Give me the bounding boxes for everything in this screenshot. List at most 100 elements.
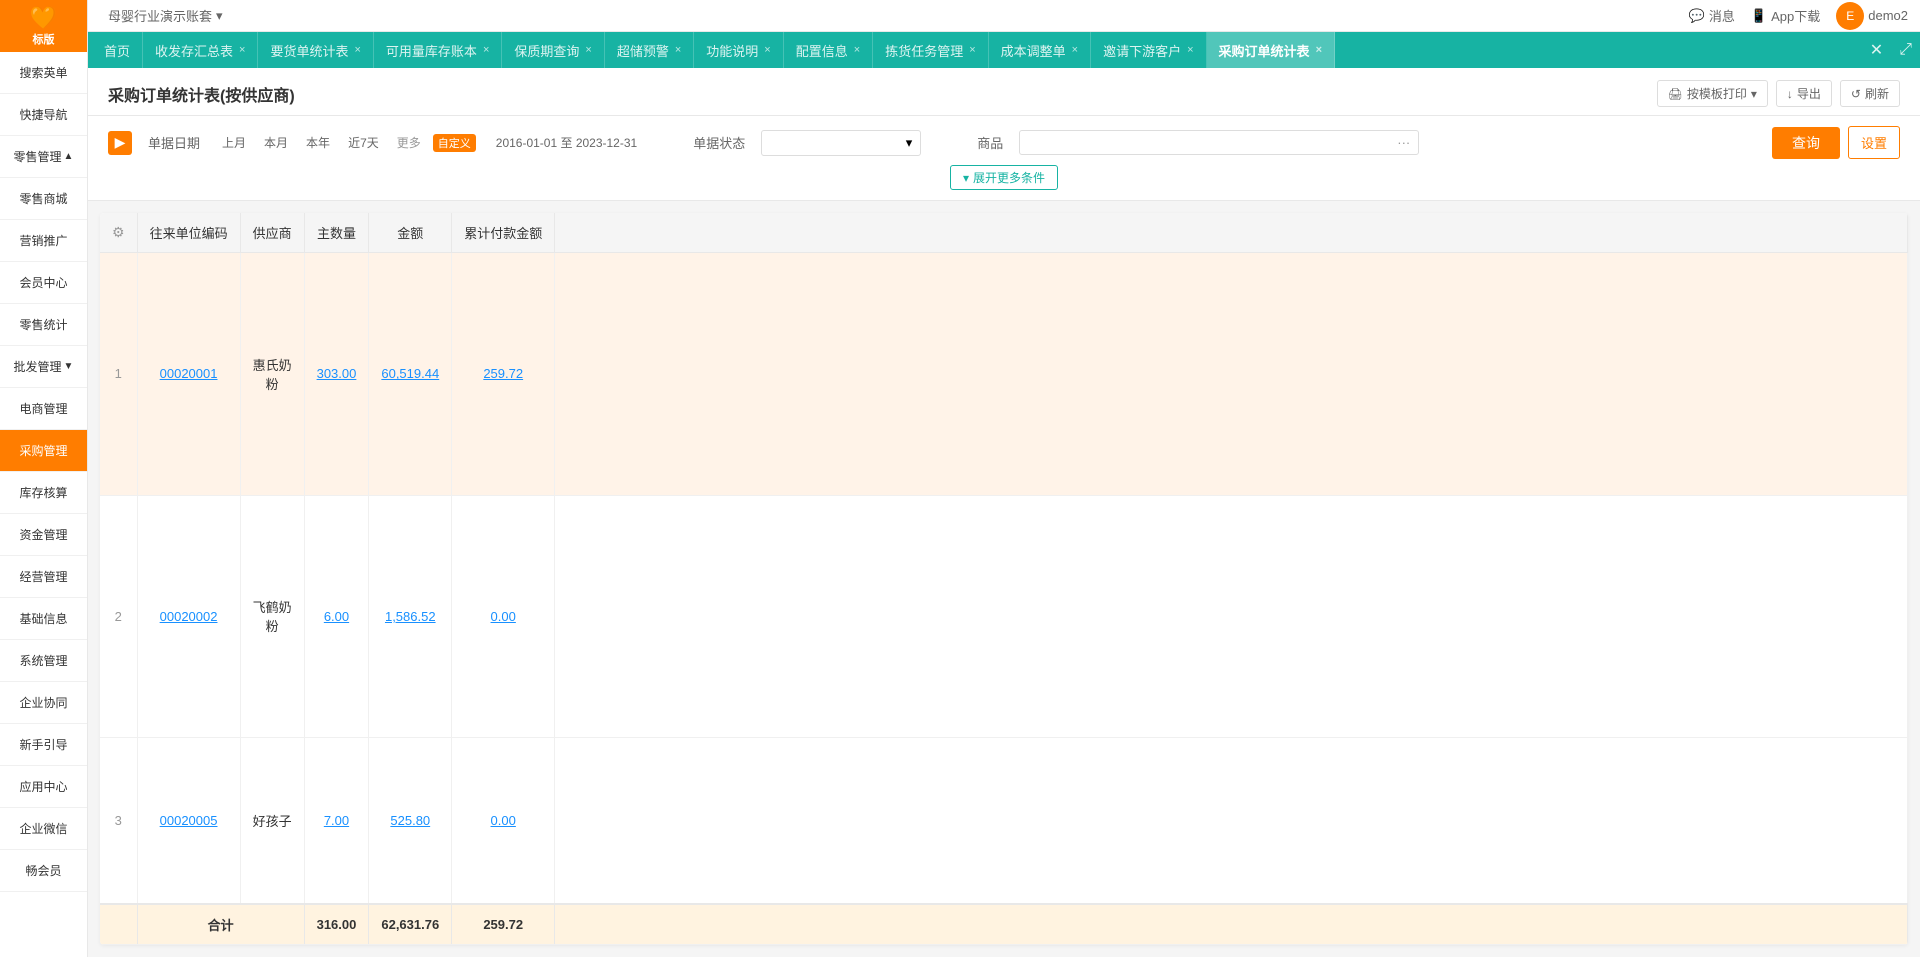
row-code[interactable]: 00020005	[137, 738, 240, 905]
sidebar-item-finance[interactable]: 资金管理	[0, 514, 87, 556]
tab-label: 拣货任务管理	[885, 41, 963, 60]
query-button[interactable]: 查询	[1772, 127, 1840, 159]
col-supplier: 供应商	[240, 213, 304, 253]
sidebar-item-wechat[interactable]: 企业微信	[0, 808, 87, 850]
main-area: 母婴行业演示账套 ▾ 💬 消息 📱 App下载 E demo2 首页 收发存汇总…	[88, 0, 1920, 957]
settings-button[interactable]: 设置	[1848, 126, 1900, 159]
footer-paid: 259.72	[452, 904, 555, 945]
shortcut-7days[interactable]: 近7天	[342, 132, 385, 153]
sidebar-item-appcenter[interactable]: 应用中心	[0, 766, 87, 808]
status-filter-label: 单据状态	[693, 133, 745, 152]
gear-icon[interactable]: ⚙	[112, 224, 125, 240]
message-btn[interactable]: 💬 消息	[1689, 6, 1735, 25]
sidebar-item-vip[interactable]: 畅会员	[0, 850, 87, 892]
sidebar-item-marketing[interactable]: 营销推广	[0, 220, 87, 262]
shortcut-more[interactable]: 更多	[391, 132, 427, 153]
row-paid[interactable]: 259.72	[452, 253, 555, 496]
top-nav-left: 母婴行业演示账套 ▾	[100, 2, 231, 29]
custom-badge: 自定义	[433, 134, 476, 152]
sidebar-item-member[interactable]: 会员中心	[0, 262, 87, 304]
logo: 🧡 标版	[0, 0, 88, 52]
sidebar-item-inventory[interactable]: 库存核算	[0, 472, 87, 514]
close-all-btn[interactable]: ✕	[1866, 40, 1887, 60]
row-amount[interactable]: 525.80	[369, 738, 452, 905]
user-menu[interactable]: E demo2	[1836, 2, 1908, 30]
print-button[interactable]: 🖨 按模板打印 ▾	[1657, 80, 1768, 107]
tab-label: 可用量库存账本	[386, 41, 477, 60]
filter-bar: ▶ 单据日期 上月 本月 本年 近7天 更多 自定义 2016-01-01 至 …	[88, 116, 1920, 201]
tab-label: 功能说明	[706, 41, 758, 60]
row-amount[interactable]: 60,519.44	[369, 253, 452, 496]
footer-extra	[555, 904, 1908, 945]
shortcut-this-month[interactable]: 本月	[258, 132, 294, 153]
shortcut-last-month[interactable]: 上月	[216, 132, 252, 153]
sidebar-item-operations[interactable]: 经营管理	[0, 556, 87, 598]
sidebar-item-label: 电商管理	[4, 400, 83, 417]
sidebar-item-label: 经营管理	[4, 568, 83, 585]
refresh-button[interactable]: ↺ 刷新	[1840, 80, 1900, 107]
tab-purchase-order-stats[interactable]: 采购订单统计表 ×	[1207, 32, 1335, 68]
table-row: 3 00020005 好孩子 7.00 525.80 0.00	[100, 738, 1908, 905]
close-icon[interactable]: ×	[854, 44, 860, 56]
sidebar-item-purchase[interactable]: 采购管理	[0, 430, 87, 472]
tab-function-desc[interactable]: 功能说明 ×	[694, 32, 783, 68]
row-code[interactable]: 00020001	[137, 253, 240, 496]
tab-config-info[interactable]: 配置信息 ×	[784, 32, 873, 68]
close-icon[interactable]: ×	[969, 44, 975, 56]
tab-picking-task[interactable]: 拣货任务管理 ×	[873, 32, 988, 68]
sidebar-item-wholesale[interactable]: 批发管理 ▼	[0, 346, 87, 388]
tab-label: 采购订单统计表	[1219, 41, 1310, 60]
row-seq: 1	[100, 253, 137, 496]
restore-btn[interactable]: ⤢	[1895, 41, 1916, 59]
sidebar-item-retail[interactable]: 零售管理 ▲	[0, 136, 87, 178]
tab-receive-summary[interactable]: 收发存汇总表 ×	[143, 32, 258, 68]
tab-cost-adjust[interactable]: 成本调整单 ×	[989, 32, 1091, 68]
tab-home[interactable]: 首页	[92, 32, 143, 68]
row-paid[interactable]: 0.00	[452, 495, 555, 738]
page-header: 采购订单统计表(按供应商) 🖨 按模板打印 ▾ ↓ 导出 ↺ 刷新	[88, 68, 1920, 116]
sidebar-item-system[interactable]: 系统管理	[0, 640, 87, 682]
top-nav-right: 💬 消息 📱 App下载 E demo2	[1689, 2, 1908, 30]
close-icon[interactable]: ×	[354, 44, 360, 56]
tab-purchase-stats[interactable]: 要货单统计表 ×	[258, 32, 373, 68]
close-icon[interactable]: ×	[1187, 44, 1193, 56]
export-button[interactable]: ↓ 导出	[1776, 80, 1832, 107]
expand-conditions-btn[interactable]: ▾ 展开更多条件	[950, 165, 1058, 190]
row-extra	[555, 738, 1908, 905]
account-dropdown[interactable]: 母婴行业演示账套 ▾	[100, 2, 231, 29]
row-code[interactable]: 00020002	[137, 495, 240, 738]
close-icon[interactable]: ×	[585, 44, 591, 56]
close-icon[interactable]: ×	[764, 44, 770, 56]
goods-filter-label: 商品	[977, 133, 1003, 152]
goods-input[interactable]: ···	[1019, 130, 1419, 155]
chevron-down-icon: ▾	[963, 171, 969, 185]
tab-invite-downstream[interactable]: 邀请下游客户 ×	[1091, 32, 1206, 68]
shortcut-this-year[interactable]: 本年	[300, 132, 336, 153]
close-icon[interactable]: ×	[1072, 44, 1078, 56]
tab-label: 要货单统计表	[270, 41, 348, 60]
table-row: 2 00020002 飞鹤奶粉 6.00 1,586.52 0.00	[100, 495, 1908, 738]
row-qty[interactable]: 6.00	[304, 495, 369, 738]
tab-available-stock[interactable]: 可用量库存账本 ×	[374, 32, 502, 68]
row-paid[interactable]: 0.00	[452, 738, 555, 905]
sidebar-item-retail-stats[interactable]: 零售统计	[0, 304, 87, 346]
sidebar-item-search[interactable]: 搜索英单	[0, 52, 87, 94]
sidebar-item-retail-shop[interactable]: 零售商城	[0, 178, 87, 220]
row-qty[interactable]: 7.00	[304, 738, 369, 905]
close-icon[interactable]: ×	[1316, 44, 1322, 56]
sidebar-item-basic[interactable]: 基础信息	[0, 598, 87, 640]
tab-over-stock-warning[interactable]: 超储预警 ×	[605, 32, 694, 68]
filter-toggle-btn[interactable]: ▶	[108, 131, 132, 155]
app-download-btn[interactable]: 📱 App下载	[1751, 6, 1820, 25]
close-icon[interactable]: ×	[675, 44, 681, 56]
sidebar-item-newguide[interactable]: 新手引导	[0, 724, 87, 766]
tab-expiry-check[interactable]: 保质期查询 ×	[502, 32, 604, 68]
row-amount[interactable]: 1,586.52	[369, 495, 452, 738]
status-select[interactable]: ▾	[761, 130, 921, 156]
close-icon[interactable]: ×	[239, 44, 245, 56]
sidebar-item-quicknav[interactable]: 快捷导航	[0, 94, 87, 136]
sidebar-item-ecommerce[interactable]: 电商管理	[0, 388, 87, 430]
sidebar-item-enterprise[interactable]: 企业协同	[0, 682, 87, 724]
close-icon[interactable]: ×	[483, 44, 489, 56]
row-qty[interactable]: 303.00	[304, 253, 369, 496]
